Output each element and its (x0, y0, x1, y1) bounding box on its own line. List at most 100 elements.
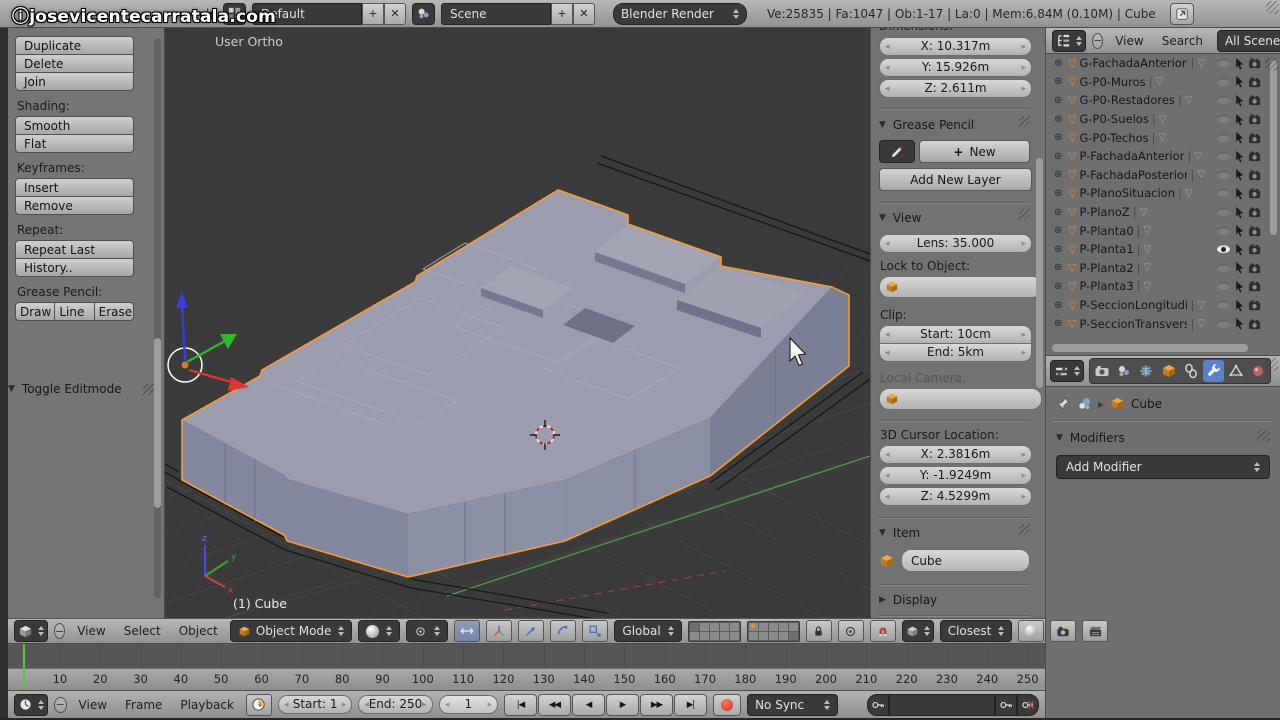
menu-object[interactable]: Object (173, 624, 224, 638)
selectability-cursor-icon[interactable] (1233, 75, 1245, 88)
selectability-cursor-icon[interactable] (1233, 168, 1245, 181)
renderability-camera-icon[interactable] (1248, 243, 1262, 255)
opengl-render-still-button[interactable] (1050, 620, 1077, 642)
renderability-camera-icon[interactable] (1248, 94, 1262, 106)
dimension-y-field[interactable]: Y: 15.926m (879, 58, 1032, 77)
delete-layout-button[interactable]: ✕ (383, 2, 406, 25)
outliner-item-p-planta0[interactable]: ⊕ ▽ P-Planta0 | ▽ (1046, 221, 1266, 240)
expand-icon[interactable]: ⊕ (1054, 225, 1065, 236)
expand-icon[interactable]: ⊕ (1054, 318, 1065, 329)
outliner-item-p-planosituacion[interactable]: ⊕ ▽ P-PlanoSituacion | ▽ (1046, 184, 1266, 203)
editor-type-select[interactable] (1052, 29, 1086, 52)
selectability-cursor-icon[interactable] (1233, 150, 1245, 163)
outliner-item-label[interactable]: P-Planta0 (1079, 224, 1133, 238)
menu-view[interactable]: View (73, 698, 113, 712)
building-mesh[interactable] (181, 189, 850, 578)
tool-button-draw[interactable]: Draw (15, 302, 56, 321)
outliner-item-g-p0-restadores[interactable]: ⊕ ▽ G-P0-Restadores | ▽ (1046, 91, 1266, 110)
visibility-eye-icon[interactable] (1217, 152, 1230, 161)
tool-button-line[interactable]: Line (54, 302, 95, 321)
add-modifier-select[interactable]: Add Modifier (1056, 455, 1270, 479)
menu-playback[interactable]: Playback (174, 698, 240, 712)
n-panel-scrollbar[interactable] (1036, 158, 1043, 388)
expand-icon[interactable]: ⊕ (1054, 262, 1065, 273)
visibility-eye-icon[interactable] (1217, 59, 1230, 68)
scene-tab[interactable] (1113, 360, 1134, 382)
add-layout-button[interactable]: + (361, 2, 384, 25)
manipulator-rotate-button[interactable] (550, 620, 577, 642)
corner-resize-marks[interactable] (1266, 1, 1279, 14)
current-frame-field[interactable]: 1 (438, 695, 498, 714)
expand-icon[interactable]: ⊕ (1054, 244, 1065, 255)
timeline-track[interactable] (8, 644, 1045, 669)
renderability-camera-icon[interactable] (1248, 299, 1262, 311)
jump-to-end-button[interactable]: ▶| (673, 693, 707, 716)
tool-button-history[interactable]: History.. (15, 258, 134, 277)
lock-to-scene-button[interactable] (805, 620, 832, 642)
snap-element-select[interactable] (901, 620, 934, 642)
visibility-eye-icon[interactable] (1217, 263, 1230, 272)
object-name-field[interactable]: Cube (901, 549, 1030, 572)
manipulator-scale-button[interactable] (582, 620, 609, 642)
visibility-eye-icon[interactable] (1217, 301, 1230, 310)
renderability-camera-icon[interactable] (1248, 262, 1262, 274)
proportional-edit-button[interactable] (837, 620, 864, 642)
constraints-tab[interactable] (1181, 360, 1202, 382)
jump-next-keyframe-button[interactable]: ▶▶ (639, 693, 673, 716)
tool-button-insert[interactable]: Insert (15, 178, 134, 197)
visibility-eye-icon[interactable] (1217, 170, 1230, 179)
snap-toggle-button[interactable] (869, 620, 896, 642)
collapse-menus-button[interactable]: − (54, 623, 66, 639)
renderability-camera-icon[interactable] (1248, 76, 1262, 88)
layers-widget-left[interactable] (687, 620, 741, 642)
jump-prev-keyframe-button[interactable]: ◀◀ (537, 693, 571, 716)
outliner-item-p-secciontransversal[interactable]: ⊕ ▽ P-SeccionTransversal | ▽ (1046, 314, 1266, 333)
outliner-item-label[interactable]: G-P0-Restadores (1079, 93, 1174, 107)
cursor-y-field[interactable]: Y: -1.9249m (879, 466, 1032, 485)
delete-keyframe-button[interactable] (1017, 693, 1040, 716)
manipulator-toggle-button[interactable] (454, 620, 481, 642)
modifiers-panel-header[interactable]: ▼ Modifiers (1056, 429, 1270, 445)
record-button[interactable] (712, 693, 742, 716)
outliner-item-label[interactable]: P-Planta3 (1079, 279, 1133, 293)
grease-pencil-panel-header[interactable]: ▼ Grease Pencil (879, 116, 1030, 132)
panel-resize-marks[interactable] (1257, 429, 1270, 442)
add-new-layer-button[interactable]: Add New Layer (879, 168, 1032, 191)
jump-to-start-button[interactable]: |◀ (503, 693, 537, 716)
grease-pencil-draw-button[interactable] (879, 140, 915, 163)
outliner-item-p-planoz[interactable]: ⊕ ▽ P-PlanoZ | ▽ (1046, 203, 1266, 222)
selectability-cursor-icon[interactable] (1233, 299, 1245, 312)
tool-button-repeat-last[interactable]: Repeat Last (15, 240, 134, 259)
outliner-item-label[interactable]: P-SeccionTransversal (1079, 317, 1187, 331)
viewport-shading-select[interactable] (358, 620, 401, 642)
transform-manipulator[interactable] (167, 291, 249, 391)
add-scene-button[interactable]: + (550, 2, 573, 25)
renderability-camera-icon[interactable] (1248, 280, 1262, 292)
expand-icon[interactable]: ⊕ (1054, 169, 1065, 180)
cursor-z-field[interactable]: Z: 4.5299m (879, 487, 1032, 506)
viewport-canvas[interactable]: z y x User Ortho (1) Cube (165, 28, 870, 618)
renderability-camera-icon[interactable] (1248, 150, 1262, 162)
manipulator-translate-button[interactable] (486, 620, 513, 642)
outliner-vertical-scrollbar[interactable] (1270, 60, 1277, 235)
renderability-camera-icon[interactable] (1248, 225, 1262, 237)
visibility-eye-icon[interactable] (1217, 245, 1230, 254)
menu-view[interactable]: View (1109, 34, 1149, 48)
frame-start-field[interactable]: Start: 1 (277, 695, 353, 714)
panel-resize-marks[interactable] (1019, 116, 1030, 127)
outliner-item-label[interactable]: P-Planta1 (1079, 242, 1133, 256)
collapse-menus-button[interactable]: − (54, 696, 67, 713)
outliner-item-label[interactable]: P-FachadaAnterior (1079, 149, 1184, 163)
renderability-camera-icon[interactable] (1248, 113, 1262, 125)
tool-button-erase[interactable]: Erase (93, 302, 134, 321)
use-preview-range-button[interactable] (245, 693, 272, 716)
outliner-item-label[interactable]: G-FachadaAnterior-M (1079, 56, 1187, 70)
outliner-item-label[interactable]: P-PlanoZ (1079, 205, 1129, 219)
sync-mode-select[interactable]: No Sync (747, 693, 839, 716)
expand-icon[interactable]: ⊕ (1054, 281, 1065, 292)
modifiers-tab[interactable] (1202, 360, 1225, 382)
menu-view[interactable]: View (71, 624, 111, 638)
dimension-x-field[interactable]: X: 10.317m (879, 37, 1032, 56)
keying-set-field[interactable] (889, 693, 996, 716)
clip-end-field[interactable]: End: 5km (879, 343, 1032, 362)
